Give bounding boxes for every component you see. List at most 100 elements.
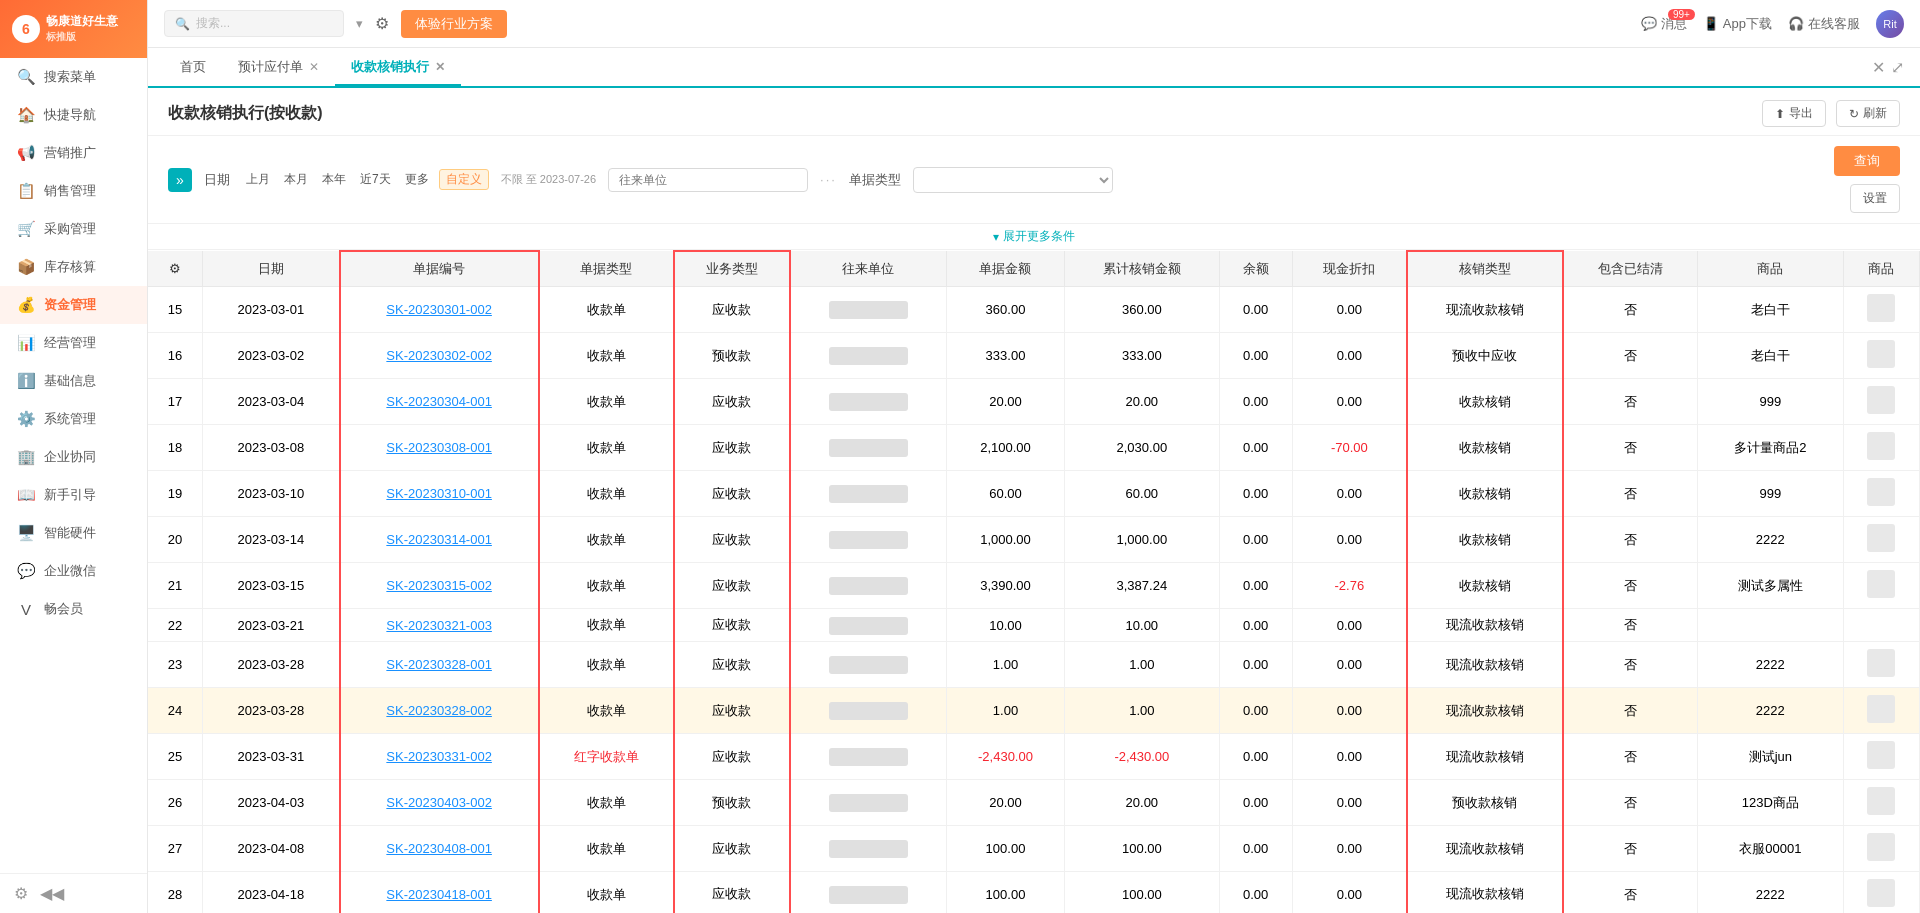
cell-voucher-no[interactable]: SK-20230304-001 bbox=[340, 379, 539, 425]
sidebar-item-guide[interactable]: 📖新手引导 bbox=[0, 476, 147, 514]
cell-partner: ██████ bbox=[790, 379, 947, 425]
gear-icon[interactable]: ⚙ bbox=[375, 14, 389, 33]
cell-voucher-no[interactable]: SK-20230408-001 bbox=[340, 826, 539, 872]
cell-voucher-no[interactable]: SK-20230301-002 bbox=[340, 287, 539, 333]
sidebar-item-marketing[interactable]: 📢营销推广 bbox=[0, 134, 147, 172]
close-tab-icon[interactable]: ✕ bbox=[1872, 58, 1885, 77]
cell-amount: 20.00 bbox=[946, 379, 1064, 425]
cell-voucher-type: 收款单 bbox=[539, 780, 675, 826]
date-more[interactable]: 更多 bbox=[401, 169, 433, 190]
sidebar-item-inventory[interactable]: 📦库存核算 bbox=[0, 248, 147, 286]
voucher-no-link[interactable]: SK-20230301-002 bbox=[386, 302, 492, 317]
cell-voucher-no[interactable]: SK-20230328-001 bbox=[340, 642, 539, 688]
tab-home[interactable]: 首页 bbox=[164, 50, 222, 86]
chevron-down-icon: ▾ bbox=[993, 230, 999, 244]
sidebar-label-enterprise: 企业协同 bbox=[44, 448, 96, 466]
refresh-button[interactable]: ↻ 刷新 bbox=[1836, 100, 1900, 127]
date-this-year[interactable]: 本年 bbox=[318, 169, 350, 190]
cell-voucher-no[interactable]: SK-20230418-001 bbox=[340, 872, 539, 914]
date-this-month[interactable]: 本月 bbox=[280, 169, 312, 190]
cell-voucher-no[interactable]: SK-20230302-002 bbox=[340, 333, 539, 379]
tab-pre-payable[interactable]: 预计应付单 ✕ bbox=[222, 50, 335, 86]
sidebar-item-operations[interactable]: 📊经营管理 bbox=[0, 324, 147, 362]
voucher-no-link[interactable]: SK-20230408-001 bbox=[386, 841, 492, 856]
collapse-icon[interactable]: ◀◀ bbox=[40, 884, 64, 903]
cell-voucher-no[interactable]: SK-20230328-002 bbox=[340, 688, 539, 734]
tab-close-pre-payable[interactable]: ✕ bbox=[309, 60, 319, 74]
voucher-no-link[interactable]: SK-20230310-001 bbox=[386, 486, 492, 501]
settings-icon[interactable]: ⚙ bbox=[14, 884, 28, 903]
voucher-no-link[interactable]: SK-20230328-002 bbox=[386, 703, 492, 718]
voucher-no-link[interactable]: SK-20230308-001 bbox=[386, 440, 492, 455]
tab-receipt-cancel[interactable]: 收款核销执行 ✕ bbox=[335, 50, 461, 86]
cell-voucher-type: 收款单 bbox=[539, 425, 675, 471]
sidebar-item-quick-nav[interactable]: 🏠快捷导航 bbox=[0, 96, 147, 134]
partner-input[interactable] bbox=[608, 168, 808, 192]
cell-voucher-no[interactable]: SK-20230315-002 bbox=[340, 563, 539, 609]
cell-cash-discount: -70.00 bbox=[1292, 425, 1407, 471]
data-table: ⚙日期单据编号单据类型业务类型往来单位单据金额累计核销金额余额现金折扣核销类型包… bbox=[148, 250, 1920, 913]
cell-biz-type: 预收款 bbox=[674, 333, 789, 379]
voucher-no-link[interactable]: SK-20230328-001 bbox=[386, 657, 492, 672]
voucher-no-link[interactable]: SK-20230331-002 bbox=[386, 749, 492, 764]
date-7days[interactable]: 近7天 bbox=[356, 169, 395, 190]
settings-button[interactable]: 设置 bbox=[1850, 184, 1900, 213]
voucher-no-link[interactable]: SK-20230315-002 bbox=[386, 578, 492, 593]
sidebar-item-sales[interactable]: 📋销售管理 bbox=[0, 172, 147, 210]
cell-voucher-no[interactable]: SK-20230308-001 bbox=[340, 425, 539, 471]
cell-date: 2023-04-18 bbox=[203, 872, 340, 914]
date-custom-button[interactable]: 自定义 bbox=[439, 169, 489, 190]
cell-include-settled: 否 bbox=[1563, 379, 1698, 425]
sidebar-item-system[interactable]: ⚙️系统管理 bbox=[0, 400, 147, 438]
query-button[interactable]: 查询 bbox=[1834, 146, 1900, 176]
cell-voucher-no[interactable]: SK-20230321-003 bbox=[340, 609, 539, 642]
voucher-type-select[interactable] bbox=[913, 167, 1113, 193]
cell-voucher-no[interactable]: SK-20230314-001 bbox=[340, 517, 539, 563]
cell-voucher-no[interactable]: SK-20230331-002 bbox=[340, 734, 539, 780]
sidebar-icon-wechat: 💬 bbox=[16, 562, 36, 580]
cell-partner: ██████ bbox=[790, 425, 947, 471]
voucher-no-link[interactable]: SK-20230314-001 bbox=[386, 532, 492, 547]
online-service-link[interactable]: 🎧 在线客服 bbox=[1788, 15, 1860, 33]
voucher-no-link[interactable]: SK-20230418-001 bbox=[386, 887, 492, 902]
voucher-no-link[interactable]: SK-20230403-002 bbox=[386, 795, 492, 810]
cell-cash-discount: 0.00 bbox=[1292, 688, 1407, 734]
sidebar-icon-marketing: 📢 bbox=[16, 144, 36, 162]
search-icon: 🔍 bbox=[175, 17, 190, 31]
industry-solution-button[interactable]: 体验行业方案 bbox=[401, 10, 507, 38]
user-avatar[interactable]: Rit bbox=[1876, 10, 1904, 38]
tab-close-receipt-cancel[interactable]: ✕ bbox=[435, 60, 445, 74]
cell-voucher-no[interactable]: SK-20230310-001 bbox=[340, 471, 539, 517]
app-download-link[interactable]: 📱 App下载 bbox=[1703, 15, 1772, 33]
date-last-month[interactable]: 上月 bbox=[242, 169, 274, 190]
cell-partner: ██████ bbox=[790, 872, 947, 914]
sidebar-item-search-menu[interactable]: 🔍搜索菜单 bbox=[0, 58, 147, 96]
filter-toggle-button[interactable]: » bbox=[168, 168, 192, 192]
expand-more-button[interactable]: ▾ 展开更多条件 bbox=[993, 228, 1075, 245]
expand-icon[interactable]: ⤢ bbox=[1891, 58, 1904, 77]
message-badge[interactable]: 💬 消息 99+ bbox=[1641, 15, 1687, 33]
sidebar-item-smart-hw[interactable]: 🖥️智能硬件 bbox=[0, 514, 147, 552]
sidebar-item-vip[interactable]: V畅会员 bbox=[0, 590, 147, 628]
sidebar-item-wechat[interactable]: 💬 企业微信 bbox=[0, 552, 147, 590]
sidebar-item-purchase[interactable]: 🛒采购管理 bbox=[0, 210, 147, 248]
table-row: 152023-03-01SK-20230301-002收款单应收款██████3… bbox=[148, 287, 1920, 333]
export-button[interactable]: ⬆ 导出 bbox=[1762, 100, 1826, 127]
cell-voucher-no[interactable]: SK-20230403-002 bbox=[340, 780, 539, 826]
cell-biz-type: 应收款 bbox=[674, 734, 789, 780]
cell-product-image bbox=[1843, 517, 1920, 563]
page-title: 收款核销执行(按收款) bbox=[168, 103, 323, 124]
voucher-no-link[interactable]: SK-20230304-001 bbox=[386, 394, 492, 409]
search-box[interactable]: 🔍 搜索... bbox=[164, 10, 344, 37]
cell-partner: ██████ bbox=[790, 780, 947, 826]
cell-seq: 26 bbox=[148, 780, 203, 826]
cell-product-image bbox=[1843, 609, 1920, 642]
voucher-no-link[interactable]: SK-20230321-003 bbox=[386, 618, 492, 633]
col-header-cancel_type: 核销类型 bbox=[1407, 251, 1563, 287]
voucher-no-link[interactable]: SK-20230302-002 bbox=[386, 348, 492, 363]
sidebar-label-wechat: 企业微信 bbox=[44, 562, 96, 580]
table-row: 212023-03-15SK-20230315-002收款单应收款██████3… bbox=[148, 563, 1920, 609]
sidebar-item-finance[interactable]: 💰资金管理 bbox=[0, 286, 147, 324]
sidebar-item-enterprise[interactable]: 🏢企业协同 bbox=[0, 438, 147, 476]
sidebar-item-basic-info[interactable]: ℹ️基础信息 bbox=[0, 362, 147, 400]
